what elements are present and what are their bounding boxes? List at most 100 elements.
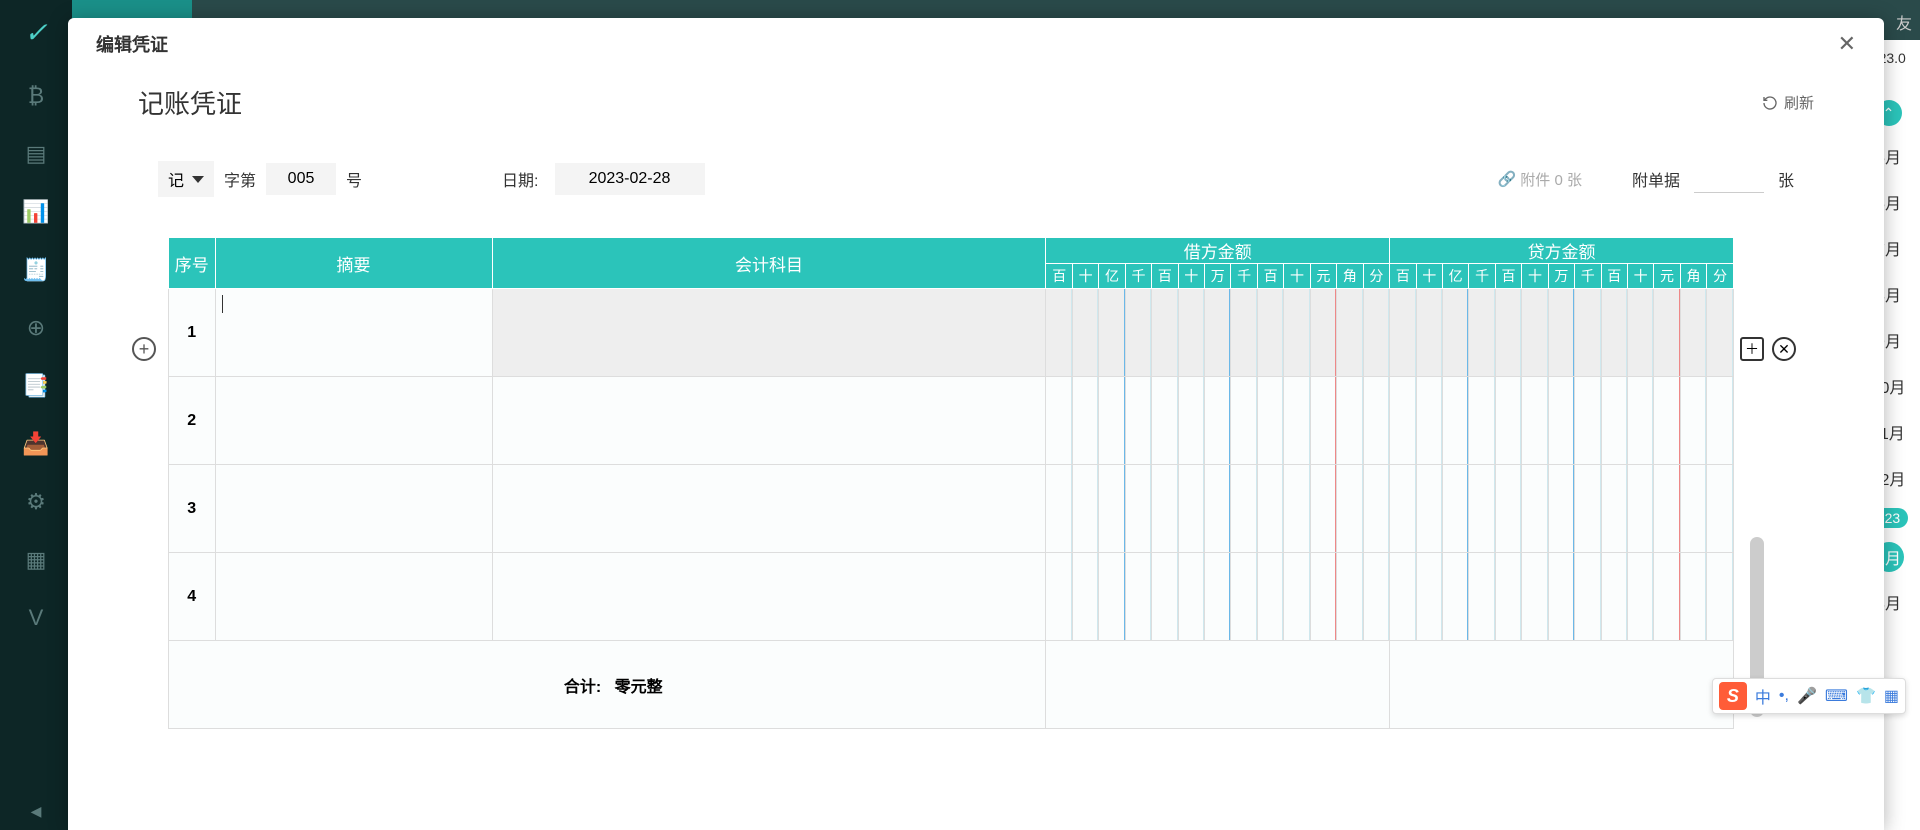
amount-digit[interactable] — [1548, 377, 1574, 465]
nav-icon-4[interactable]: 🧾 — [22, 256, 50, 284]
subject-cell[interactable] — [492, 377, 1046, 465]
amount-digit[interactable] — [1205, 289, 1231, 377]
amount-digit[interactable] — [1522, 289, 1548, 377]
amount-digit[interactable] — [1257, 289, 1283, 377]
amount-digit[interactable] — [1627, 289, 1653, 377]
amount-digit[interactable] — [1152, 377, 1178, 465]
amount-digit[interactable] — [1310, 553, 1336, 641]
amount-digit[interactable] — [1178, 289, 1204, 377]
amount-digit[interactable] — [1495, 553, 1521, 641]
amount-digit[interactable] — [1627, 465, 1653, 553]
amount-digit[interactable] — [1257, 377, 1283, 465]
amount-digit[interactable] — [1205, 377, 1231, 465]
amount-digit[interactable] — [1548, 465, 1574, 553]
summary-cell[interactable] — [215, 377, 492, 465]
amount-digit[interactable] — [1231, 289, 1257, 377]
amount-digit[interactable] — [1284, 553, 1310, 641]
amount-digit[interactable] — [1442, 289, 1468, 377]
amount-digit[interactable] — [1257, 553, 1283, 641]
amount-digit[interactable] — [1046, 465, 1072, 553]
voucher-date-input[interactable] — [555, 163, 705, 195]
amount-digit[interactable] — [1390, 377, 1416, 465]
voucher-type-select[interactable]: 记 — [158, 161, 214, 197]
amount-digit[interactable] — [1099, 377, 1125, 465]
amount-digit[interactable] — [1654, 289, 1680, 377]
amount-digit[interactable] — [1495, 465, 1521, 553]
amount-digit[interactable] — [1575, 553, 1601, 641]
amount-digit[interactable] — [1707, 289, 1734, 377]
amount-digit[interactable] — [1099, 465, 1125, 553]
amount-digit[interactable] — [1442, 553, 1468, 641]
nav-icon-5[interactable]: ⊕ — [22, 314, 50, 342]
amount-digit[interactable] — [1390, 465, 1416, 553]
amount-digit[interactable] — [1707, 553, 1734, 641]
amount-digit[interactable] — [1575, 289, 1601, 377]
amount-digit[interactable] — [1284, 465, 1310, 553]
add-row-button[interactable]: + — [132, 337, 156, 361]
amount-digit[interactable] — [1627, 553, 1653, 641]
amount-digit[interactable] — [1654, 553, 1680, 641]
amount-digit[interactable] — [1152, 553, 1178, 641]
amount-digit[interactable] — [1231, 377, 1257, 465]
amount-digit[interactable] — [1601, 377, 1627, 465]
amount-digit[interactable] — [1469, 553, 1495, 641]
amount-digit[interactable] — [1680, 377, 1706, 465]
amount-digit[interactable] — [1337, 377, 1363, 465]
subject-cell[interactable] — [492, 289, 1046, 377]
amount-digit[interactable] — [1125, 289, 1151, 377]
amount-digit[interactable] — [1284, 289, 1310, 377]
amount-digit[interactable] — [1205, 553, 1231, 641]
summary-cell[interactable] — [215, 553, 492, 641]
amount-digit[interactable] — [1310, 377, 1336, 465]
amount-digit[interactable] — [1416, 553, 1442, 641]
ime-lang[interactable]: 中 — [1755, 684, 1771, 708]
sidebar-collapse-icon[interactable]: ◀ — [31, 803, 42, 820]
amount-digit[interactable] — [1495, 289, 1521, 377]
amount-digit[interactable] — [1548, 553, 1574, 641]
ime-toolbox-icon[interactable]: ▦ — [1884, 686, 1899, 706]
amount-digit[interactable] — [1284, 377, 1310, 465]
amount-digit[interactable] — [1654, 377, 1680, 465]
nav-icon-voucher[interactable]: 📑 — [22, 372, 50, 400]
amount-digit[interactable] — [1680, 465, 1706, 553]
amount-digit[interactable] — [1072, 553, 1098, 641]
amount-digit[interactable] — [1337, 289, 1363, 377]
amount-digit[interactable] — [1072, 289, 1098, 377]
amount-digit[interactable] — [1522, 465, 1548, 553]
amount-digit[interactable] — [1442, 465, 1468, 553]
nav-icon-7[interactable]: 📥 — [22, 430, 50, 458]
amount-digit[interactable] — [1575, 377, 1601, 465]
amount-digit[interactable] — [1416, 289, 1442, 377]
insert-row-icon[interactable]: ＋ — [1740, 337, 1764, 361]
amount-digit[interactable] — [1337, 465, 1363, 553]
amount-digit[interactable] — [1469, 377, 1495, 465]
ime-skin-icon[interactable]: 👕 — [1856, 686, 1876, 706]
amount-digit[interactable] — [1125, 377, 1151, 465]
amount-digit[interactable] — [1469, 289, 1495, 377]
summary-cell[interactable] — [215, 465, 492, 553]
amount-digit[interactable] — [1680, 289, 1706, 377]
amount-digit[interactable] — [1707, 377, 1734, 465]
amount-digit[interactable] — [1046, 377, 1072, 465]
amount-digit[interactable] — [1046, 289, 1072, 377]
amount-digit[interactable] — [1310, 465, 1336, 553]
ime-mic-icon[interactable]: 🎤 — [1797, 686, 1817, 706]
amount-digit[interactable] — [1469, 465, 1495, 553]
modal-close-button[interactable]: ✕ — [1838, 31, 1856, 57]
amount-digit[interactable] — [1310, 289, 1336, 377]
nav-icon-settings[interactable]: ⚙ — [22, 488, 50, 516]
nav-icon-3[interactable]: 📊 — [22, 198, 50, 226]
amount-digit[interactable] — [1125, 553, 1151, 641]
amount-digit[interactable] — [1495, 377, 1521, 465]
amount-digit[interactable] — [1548, 289, 1574, 377]
ime-punct-icon[interactable]: •, — [1779, 687, 1789, 705]
amount-digit[interactable] — [1416, 465, 1442, 553]
amount-digit[interactable] — [1363, 377, 1390, 465]
amount-digit[interactable] — [1363, 289, 1390, 377]
amount-digit[interactable] — [1627, 377, 1653, 465]
amount-digit[interactable] — [1363, 553, 1390, 641]
delete-row-icon[interactable]: ✕ — [1772, 337, 1796, 361]
amount-digit[interactable] — [1601, 465, 1627, 553]
subject-cell[interactable] — [492, 553, 1046, 641]
amount-digit[interactable] — [1390, 289, 1416, 377]
